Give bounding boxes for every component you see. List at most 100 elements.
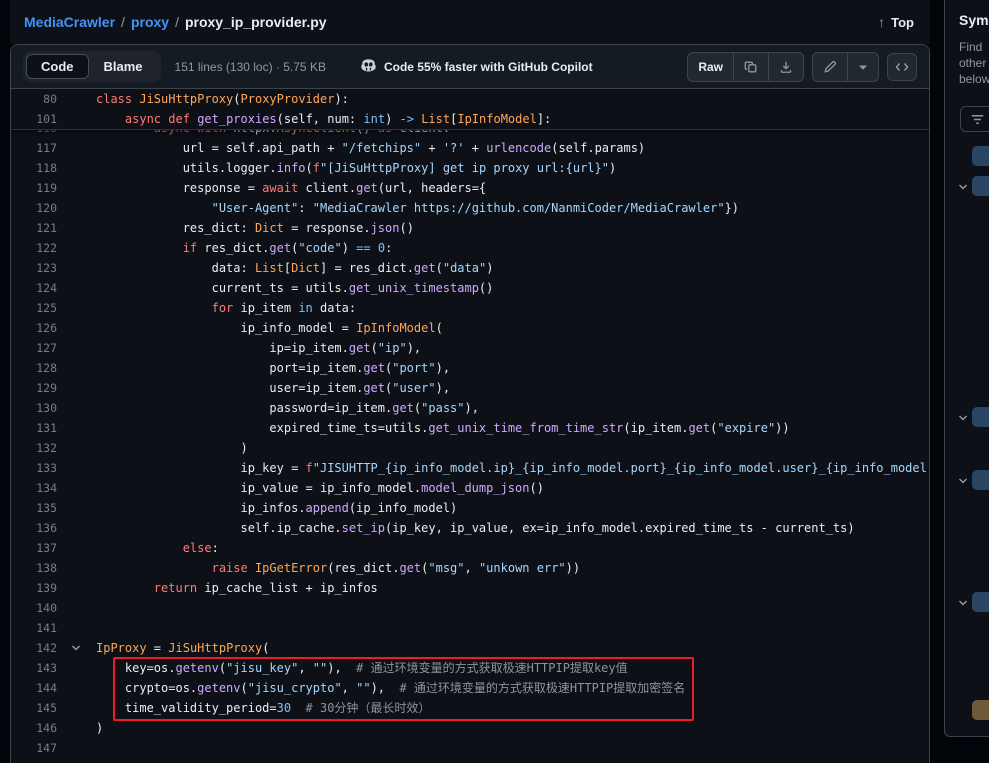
line-number-121[interactable]: 121 xyxy=(11,218,63,238)
code-line-128: 128 port=ip_item.get("port"), xyxy=(11,358,929,378)
code-symbols-icon xyxy=(895,61,909,73)
line-number-130[interactable]: 130 xyxy=(11,398,63,418)
chevron-down-icon xyxy=(957,181,969,193)
code-line-129: 129 user=ip_item.get("user"), xyxy=(11,378,929,398)
symbol-item-1[interactable] xyxy=(972,146,989,166)
code-text: expired_time_ts=utils.get_unix_time_from… xyxy=(96,418,790,438)
fold-gutter xyxy=(63,578,96,598)
line-number-133[interactable]: 133 xyxy=(11,458,63,478)
fold-gutter xyxy=(63,358,96,378)
fold-gutter xyxy=(63,478,96,498)
symbol-item-3[interactable] xyxy=(972,407,989,427)
line-number-143[interactable]: 143 xyxy=(11,658,63,678)
fold-gutter xyxy=(63,298,96,318)
symbols-description-line: other xyxy=(959,55,989,71)
line-number-118[interactable]: 118 xyxy=(11,158,63,178)
line-number-126[interactable]: 126 xyxy=(11,318,63,338)
tab-code[interactable]: Code xyxy=(26,54,89,79)
line-number-135[interactable]: 135 xyxy=(11,498,63,518)
symbol-item-4[interactable] xyxy=(972,470,989,490)
raw-button[interactable]: Raw xyxy=(688,53,734,81)
code-text: class JiSuHttpProxy(ProxyProvider): xyxy=(96,89,349,109)
fold-gutter xyxy=(63,518,96,538)
code-line-144: 144 crypto=os.getenv("jisu_crypto", ""),… xyxy=(11,678,929,698)
line-number-145[interactable]: 145 xyxy=(11,698,63,718)
back-to-top-button[interactable]: ↑ Top xyxy=(878,14,914,30)
fold-gutter xyxy=(63,178,96,198)
line-number-80[interactable]: 80 xyxy=(11,89,63,109)
line-number-132[interactable]: 132 xyxy=(11,438,63,458)
code-line-117: 117 url = self.api_path + "/fetchips" + … xyxy=(11,138,929,158)
line-number-131[interactable]: 131 xyxy=(11,418,63,438)
code-line-142: 142IpProxy = JiSuHttpProxy( xyxy=(11,638,929,658)
copilot-banner-text: Code 55% faster with GitHub Copilot xyxy=(384,60,593,74)
chevron-down-icon xyxy=(957,597,969,609)
symbol-item-2[interactable] xyxy=(972,176,989,196)
fold-gutter xyxy=(63,378,96,398)
line-number-125[interactable]: 125 xyxy=(11,298,63,318)
line-number-129[interactable]: 129 xyxy=(11,378,63,398)
code-line-136: 136 self.ip_cache.set_ip(ip_key, ip_valu… xyxy=(11,518,929,538)
fold-gutter xyxy=(63,738,96,758)
code-text: current_ts = utils.get_unix_timestamp() xyxy=(96,278,493,298)
symbol-item-6[interactable] xyxy=(972,700,989,720)
edit-dropdown-button[interactable] xyxy=(848,53,878,81)
tab-blame[interactable]: Blame xyxy=(89,54,158,79)
line-number-146[interactable]: 146 xyxy=(11,718,63,738)
line-number-142[interactable]: 142 xyxy=(11,638,63,658)
code-lines: 116 async with httpx.AsyncClient() as cl… xyxy=(11,118,929,758)
breadcrumb-dir-link[interactable]: proxy xyxy=(131,14,169,30)
line-number-137[interactable]: 137 xyxy=(11,538,63,558)
fold-gutter xyxy=(63,258,96,278)
code-line-143: 143 key=os.getenv("jisu_key", ""), # 通过环… xyxy=(11,658,929,678)
line-number-124[interactable]: 124 xyxy=(11,278,63,298)
code-text: ) xyxy=(96,718,103,738)
line-number-140[interactable]: 140 xyxy=(11,598,63,618)
line-number-144[interactable]: 144 xyxy=(11,678,63,698)
symbols-filter-input[interactable] xyxy=(960,106,989,132)
line-number-136[interactable]: 136 xyxy=(11,518,63,538)
code-line-135: 135 ip_infos.append(ip_info_model) xyxy=(11,498,929,518)
code-text: key=os.getenv("jisu_key", ""), # 通过环境变量的… xyxy=(96,658,628,678)
edit-button[interactable] xyxy=(813,53,848,81)
code-text: url = self.api_path + "/fetchips" + '?' … xyxy=(96,138,645,158)
code-text: password=ip_item.get("pass"), xyxy=(96,398,479,418)
line-number-119[interactable]: 119 xyxy=(11,178,63,198)
fold-toggle-142[interactable] xyxy=(63,638,96,658)
copilot-banner: Code 55% faster with GitHub Copilot xyxy=(360,58,593,75)
chevron-down-icon[interactable] xyxy=(957,596,969,608)
code-text: ip_key = f"JISUHTTP_{ip_info_model.ip}_{… xyxy=(96,458,927,478)
code-text: data: List[Dict] = res_dict.get("data") xyxy=(96,258,493,278)
line-number-123[interactable]: 123 xyxy=(11,258,63,278)
line-number-141[interactable]: 141 xyxy=(11,618,63,638)
copy-button[interactable] xyxy=(734,53,769,81)
code-text: if res_dict.get("code") == 0: xyxy=(96,238,392,258)
chevron-down-icon[interactable] xyxy=(957,474,969,486)
chevron-down-icon[interactable] xyxy=(957,411,969,423)
line-number-139[interactable]: 139 xyxy=(11,578,63,598)
code-text: res_dict: Dict = response.json() xyxy=(96,218,414,238)
code-line-131: 131 expired_time_ts=utils.get_unix_time_… xyxy=(11,418,929,438)
fold-gutter xyxy=(63,238,96,258)
line-number-147[interactable]: 147 xyxy=(11,738,63,758)
line-number-128[interactable]: 128 xyxy=(11,358,63,378)
code-line-137: 137 else: xyxy=(11,538,929,558)
download-button[interactable] xyxy=(769,53,803,81)
line-number-101[interactable]: 101 xyxy=(11,109,63,129)
filter-icon xyxy=(971,114,984,125)
breadcrumb-repo-link[interactable]: MediaCrawler xyxy=(24,14,115,30)
symbols-toggle-button[interactable] xyxy=(887,53,917,81)
line-number-138[interactable]: 138 xyxy=(11,558,63,578)
line-number-122[interactable]: 122 xyxy=(11,238,63,258)
fold-gutter xyxy=(63,138,96,158)
code-text: port=ip_item.get("port"), xyxy=(96,358,450,378)
line-number-134[interactable]: 134 xyxy=(11,478,63,498)
symbol-item-5[interactable] xyxy=(972,592,989,612)
line-number-117[interactable]: 117 xyxy=(11,138,63,158)
line-number-127[interactable]: 127 xyxy=(11,338,63,358)
breadcrumb: MediaCrawler / proxy / proxy_ip_provider… xyxy=(10,0,930,44)
chevron-down-icon[interactable] xyxy=(957,180,969,192)
line-number-120[interactable]: 120 xyxy=(11,198,63,218)
fold-gutter xyxy=(63,498,96,518)
code-line-121: 121 res_dict: Dict = response.json() xyxy=(11,218,929,238)
